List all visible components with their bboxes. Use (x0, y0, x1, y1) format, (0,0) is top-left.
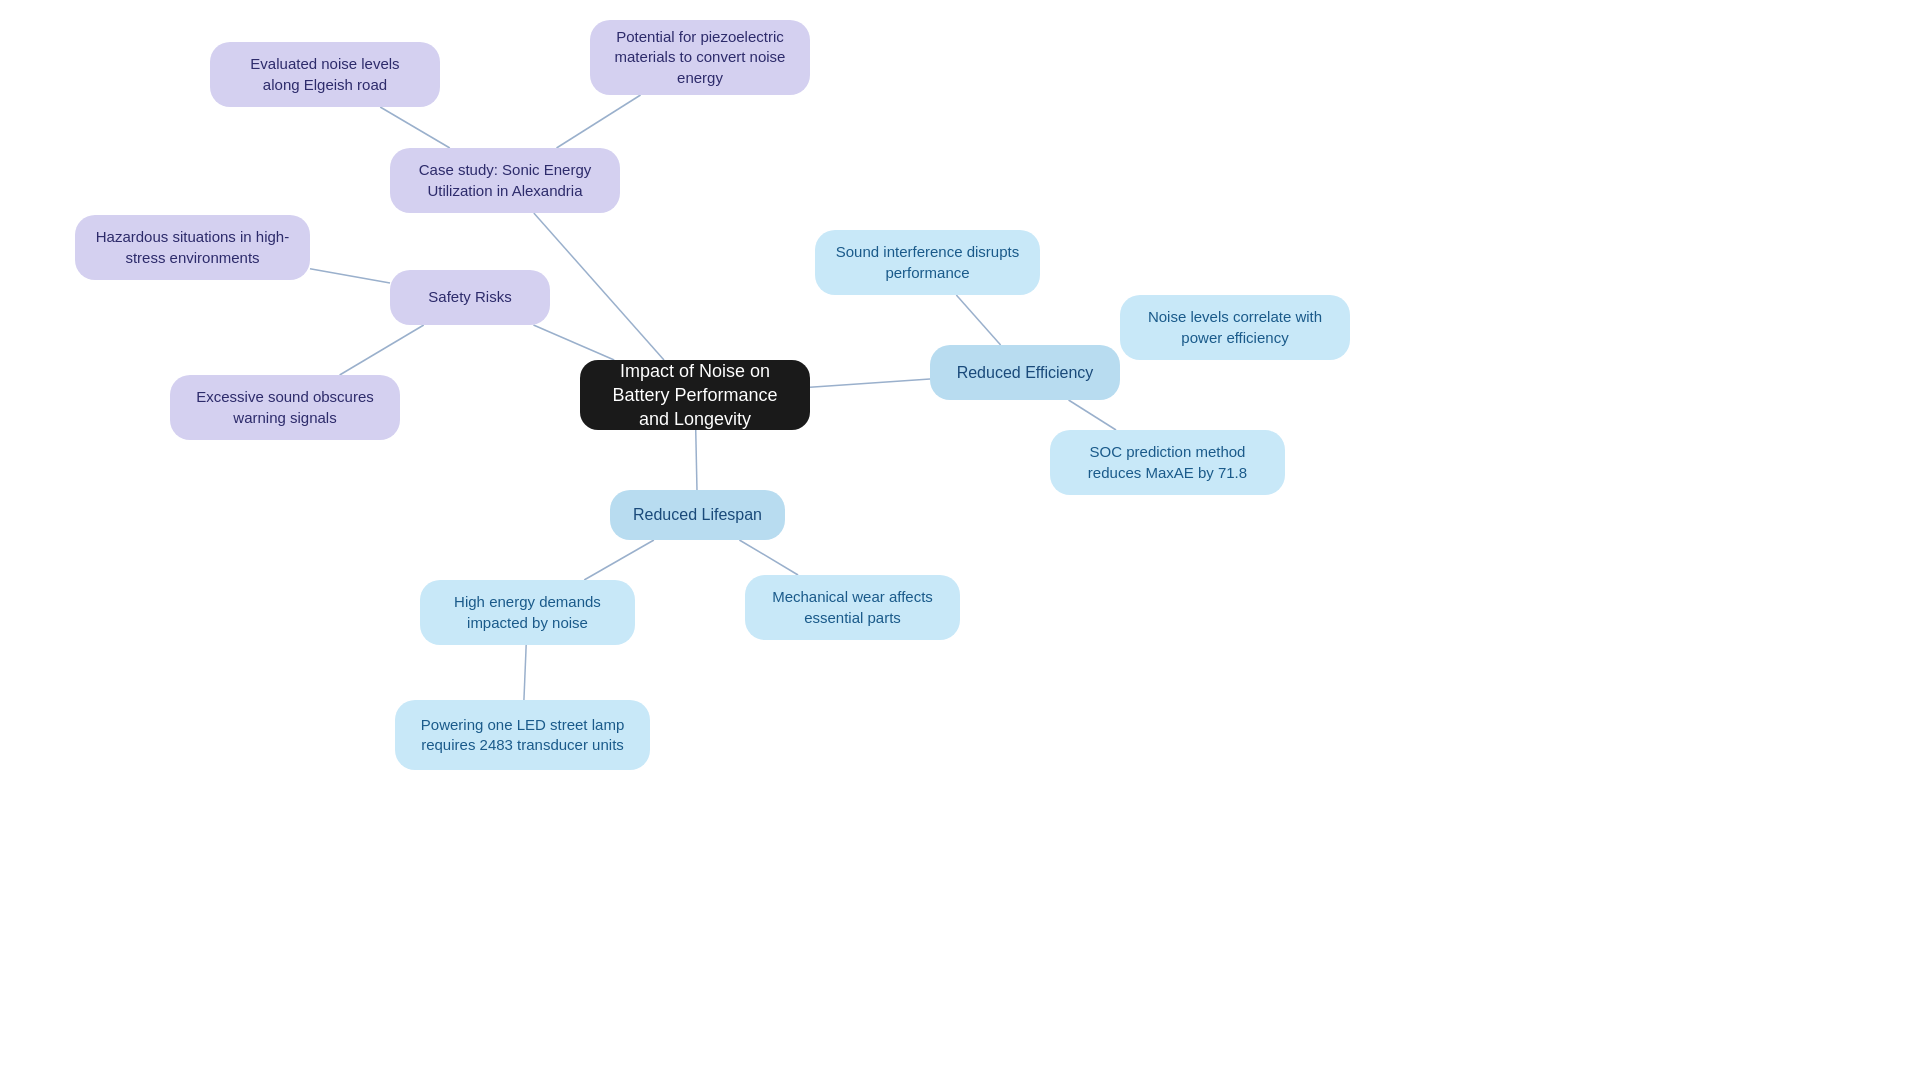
svg-line-1 (380, 107, 450, 148)
svg-line-3 (533, 325, 614, 360)
svg-line-13 (524, 645, 526, 700)
svg-line-4 (310, 269, 390, 283)
svg-line-5 (340, 325, 424, 375)
svg-line-12 (584, 540, 654, 580)
soc-prediction-node: SOC prediction method reduces MaxAE by 7… (1050, 430, 1285, 495)
powering-node: Powering one LED street lamp requires 24… (395, 700, 650, 770)
excessive-node: Excessive sound obscures warning signals (170, 375, 400, 440)
case-study-node: Case study: Sonic Energy Utilization in … (390, 148, 620, 213)
safety-risks-node: Safety Risks (390, 270, 550, 325)
mechanical-wear-node: Mechanical wear affects essential parts (745, 575, 960, 640)
evaluated-node: Evaluated noise levels along Elgeish roa… (210, 42, 440, 107)
svg-line-11 (739, 540, 798, 575)
svg-line-9 (1069, 400, 1117, 430)
reduced-efficiency-node: Reduced Efficiency (930, 345, 1120, 400)
center-node: Impact of Noise on Battery Performance a… (580, 360, 810, 430)
hazardous-node: Hazardous situations in high-stress envi… (75, 215, 310, 280)
potential-node: Potential for piezoelectric materials to… (590, 20, 810, 95)
reduced-lifespan-node: Reduced Lifespan (610, 490, 785, 540)
svg-line-2 (557, 95, 641, 148)
svg-line-10 (696, 430, 697, 490)
svg-line-7 (956, 295, 1000, 345)
svg-line-0 (534, 213, 664, 360)
high-energy-node: High energy demands impacted by noise (420, 580, 635, 645)
svg-line-6 (810, 379, 930, 387)
sound-interference-node: Sound interference disrupts performance (815, 230, 1040, 295)
noise-correlate-node: Noise levels correlate with power effici… (1120, 295, 1350, 360)
